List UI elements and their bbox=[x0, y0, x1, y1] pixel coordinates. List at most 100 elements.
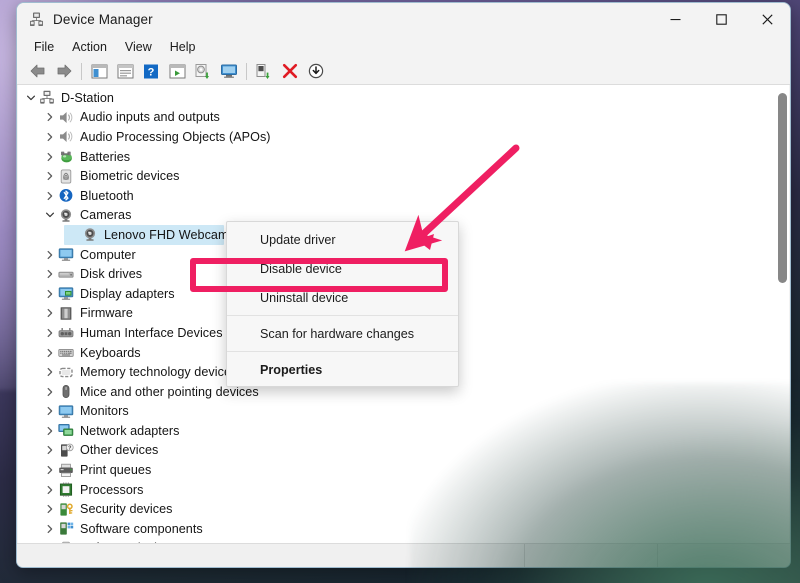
security-device-icon bbox=[57, 501, 75, 517]
chevron-right-icon[interactable] bbox=[42, 152, 57, 162]
chevron-right-icon[interactable] bbox=[42, 445, 57, 455]
context-menu-item-update-driver[interactable]: Update driver bbox=[227, 225, 458, 254]
chevron-right-icon[interactable] bbox=[42, 485, 57, 495]
properties-icon[interactable] bbox=[112, 59, 138, 83]
menu-help[interactable]: Help bbox=[161, 38, 205, 56]
chevron-right-icon[interactable] bbox=[42, 348, 57, 358]
tree-node[interactable]: Network adapters bbox=[18, 421, 775, 441]
close-button[interactable] bbox=[744, 3, 790, 35]
software-component-icon bbox=[57, 521, 75, 537]
menu-view[interactable]: View bbox=[116, 38, 161, 56]
tree-node-label: Firmware bbox=[80, 306, 133, 320]
keyboard-icon bbox=[57, 345, 75, 361]
tree-node-label: Keyboards bbox=[80, 346, 141, 360]
chevron-right-icon[interactable] bbox=[42, 171, 57, 181]
tree-node-label: Other devices bbox=[80, 443, 158, 457]
chevron-right-icon[interactable] bbox=[42, 406, 57, 416]
tree-node[interactable]: Bluetooth bbox=[18, 186, 775, 206]
tree-node-label: Batteries bbox=[80, 150, 130, 164]
tree-node[interactable]: Audio inputs and outputs bbox=[18, 108, 775, 128]
memory-icon bbox=[57, 364, 75, 380]
back-icon[interactable] bbox=[25, 59, 51, 83]
tree-node-label: Print queues bbox=[80, 463, 151, 477]
scrollbar-thumb[interactable] bbox=[778, 93, 787, 283]
context-menu-item-properties[interactable]: Properties bbox=[227, 355, 458, 384]
menu-action[interactable]: Action bbox=[63, 38, 116, 56]
tree-node[interactable]: ? Other devices bbox=[18, 441, 775, 461]
chevron-right-icon[interactable] bbox=[42, 269, 57, 279]
minimize-button[interactable] bbox=[652, 3, 698, 35]
chevron-right-icon[interactable] bbox=[42, 328, 57, 338]
show-hide-console-tree-icon[interactable] bbox=[86, 59, 112, 83]
tree-node-label: Memory technology devices bbox=[80, 365, 237, 379]
tree-node[interactable]: Software components bbox=[18, 519, 775, 539]
other-device-icon: ? bbox=[57, 442, 75, 458]
status-bar-segment bbox=[657, 544, 790, 568]
disable-device-icon[interactable] bbox=[303, 59, 329, 83]
speaker-icon bbox=[57, 109, 75, 125]
chevron-right-icon[interactable] bbox=[42, 465, 57, 475]
tree-node[interactable]: Batteries bbox=[18, 147, 775, 167]
chevron-right-icon[interactable] bbox=[42, 387, 57, 397]
network-adapter-icon bbox=[57, 423, 75, 439]
chevron-right-icon[interactable] bbox=[42, 112, 57, 122]
processor-icon bbox=[57, 482, 75, 498]
chevron-right-icon[interactable] bbox=[42, 308, 57, 318]
tree-node-label: Bluetooth bbox=[80, 189, 134, 203]
maximize-button[interactable] bbox=[698, 3, 744, 35]
chevron-right-icon[interactable] bbox=[42, 191, 57, 201]
chevron-right-icon[interactable] bbox=[42, 524, 57, 534]
forward-icon[interactable] bbox=[51, 59, 77, 83]
update-driver-icon[interactable] bbox=[190, 59, 216, 83]
tree-node-label: Security devices bbox=[80, 502, 173, 516]
title-bar: Device Manager bbox=[17, 3, 790, 35]
chevron-right-icon[interactable] bbox=[42, 426, 57, 436]
chevron-down-icon[interactable] bbox=[42, 210, 57, 220]
chevron-right-icon[interactable] bbox=[42, 250, 57, 260]
chevron-right-icon[interactable] bbox=[42, 289, 57, 299]
chevron-right-icon[interactable] bbox=[42, 132, 57, 142]
chevron-right-icon[interactable] bbox=[42, 504, 57, 514]
mouse-icon bbox=[57, 384, 75, 400]
tree-node[interactable]: Software devices bbox=[18, 539, 775, 543]
toolbar: ? bbox=[17, 58, 790, 85]
battery-icon bbox=[57, 149, 75, 165]
tree-node[interactable]: D-Station bbox=[18, 88, 775, 108]
tree-node-label: Human Interface Devices bbox=[80, 326, 223, 340]
context-menu-separator bbox=[227, 315, 458, 316]
tree-node-label: Display adapters bbox=[80, 287, 175, 301]
tree-node-label: Cameras bbox=[80, 208, 131, 222]
tree-node[interactable]: Security devices bbox=[18, 499, 775, 519]
scan-for-hardware-changes-icon[interactable] bbox=[216, 59, 242, 83]
disk-drive-icon bbox=[57, 266, 75, 282]
tree-node[interactable]: Print queues bbox=[18, 460, 775, 480]
enable-device-icon[interactable] bbox=[251, 59, 277, 83]
svg-text:?: ? bbox=[148, 66, 155, 78]
bluetooth-icon bbox=[57, 188, 75, 204]
tree-node-label: Audio Processing Objects (APOs) bbox=[80, 130, 271, 144]
computer-node-icon bbox=[38, 90, 56, 106]
tree-node-label: Computer bbox=[80, 248, 136, 262]
chevron-right-icon[interactable] bbox=[42, 367, 57, 377]
chevron-down-icon[interactable] bbox=[23, 93, 38, 103]
menu-file[interactable]: File bbox=[25, 38, 63, 56]
hid-icon bbox=[57, 325, 75, 341]
printer-icon bbox=[57, 462, 75, 478]
context-menu-item-scan-for-hardware-changes[interactable]: Scan for hardware changes bbox=[227, 319, 458, 348]
tree-node[interactable]: Biometric devices bbox=[18, 166, 775, 186]
fingerprint-icon bbox=[57, 168, 75, 184]
camera-icon bbox=[57, 207, 75, 223]
display-view-icon[interactable] bbox=[164, 59, 190, 83]
monitor-icon bbox=[57, 403, 75, 419]
context-menu-item-uninstall-device[interactable]: Uninstall device bbox=[227, 283, 458, 312]
vertical-scrollbar[interactable] bbox=[775, 85, 789, 543]
tree-node-label: Monitors bbox=[80, 404, 129, 418]
tree-node[interactable]: Monitors bbox=[18, 402, 775, 422]
tree-node[interactable]: Processors bbox=[18, 480, 775, 500]
tree-node[interactable]: Audio Processing Objects (APOs) bbox=[18, 127, 775, 147]
uninstall-device-icon[interactable] bbox=[277, 59, 303, 83]
context-menu-item-disable-device[interactable]: Disable device bbox=[227, 254, 458, 283]
tree-node-label: Disk drives bbox=[80, 267, 142, 281]
desktop-background: Device Manager File Action View Help bbox=[0, 0, 800, 583]
help-icon[interactable]: ? bbox=[138, 59, 164, 83]
